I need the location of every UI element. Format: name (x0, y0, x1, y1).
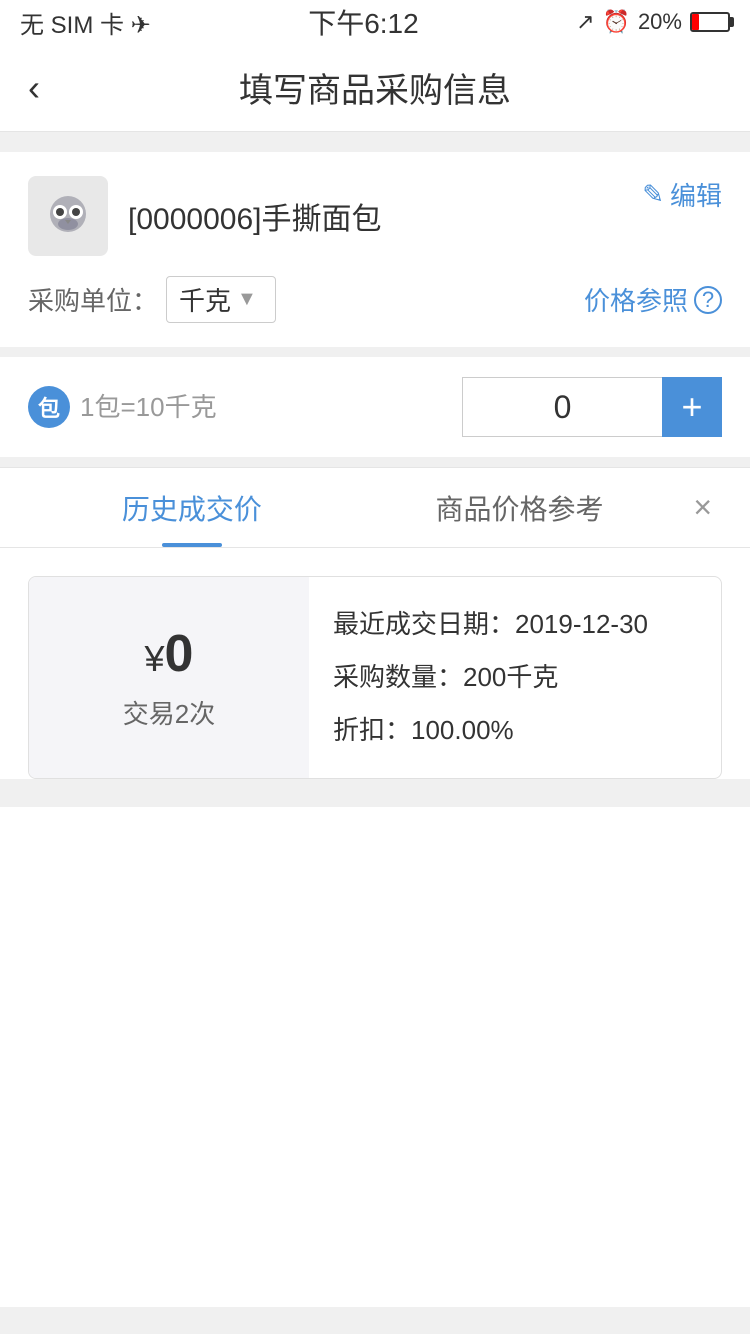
product-icon-svg (38, 186, 98, 246)
sim-wifi-label: 无 SIM 卡 ✈ (20, 5, 151, 40)
quantity-input-area: + (462, 377, 722, 437)
history-left: ¥0 交易2次 (29, 577, 309, 778)
location-icon: ↗ (576, 9, 594, 35)
edit-label: 编辑 (670, 176, 722, 213)
history-right: 最近成交日期：2019-12-30 采购数量：200千克 折扣：100.00% (309, 577, 721, 778)
unit-label: 采购单位： (28, 281, 158, 318)
price-panel: 历史成交价 商品价格参考 × ¥0 交易2次 最近成交日期：2019-12-30… (0, 467, 750, 779)
product-unit-row: 采购单位： 千克 ▼ 价格参照 ? (28, 276, 722, 323)
quantity-left: 包 1包=10千克 (28, 386, 217, 428)
status-bar: 无 SIM 卡 ✈ 下午6:12 ↗ ⏰ 20% (0, 0, 750, 44)
product-header: [0000006]手撕面包 ✎ 编辑 (28, 176, 722, 256)
dropdown-arrow-icon: ▼ (237, 288, 257, 311)
quantity-plus-button[interactable]: + (662, 377, 722, 437)
page-title: 填写商品采购信息 (239, 63, 511, 112)
alarm-icon: ⏰ (603, 9, 630, 35)
quantity-input[interactable] (462, 377, 662, 437)
discount-row: 折扣：100.00% (333, 711, 697, 750)
bottom-whitespace (0, 807, 750, 1307)
discount-label: 折扣： (333, 715, 411, 745)
back-button[interactable]: ‹ (28, 67, 40, 109)
status-left: 无 SIM 卡 ✈ (20, 5, 151, 40)
tab-product-price-ref[interactable]: 商品价格参考 (356, 468, 684, 547)
product-left: [0000006]手撕面包 (28, 176, 381, 256)
unit-selector-group: 采购单位： 千克 ▼ (28, 276, 276, 323)
panel-close-button[interactable]: × (683, 479, 722, 536)
product-card: [0000006]手撕面包 ✎ 编辑 采购单位： 千克 ▼ 价格参照 ? (0, 152, 750, 347)
recent-date-label: 最近成交日期： (333, 609, 515, 639)
product-thumbnail (28, 176, 108, 256)
product-name: [0000006]手撕面包 (128, 194, 381, 238)
currency-symbol: ¥ (145, 638, 165, 679)
history-price: ¥0 (145, 624, 194, 684)
quantity-conversion-text: 1包=10千克 (80, 387, 217, 424)
price-reference-button[interactable]: 价格参照 ? (584, 281, 722, 318)
quantity-unit-icon: 包 (28, 386, 70, 428)
history-card: ¥0 交易2次 最近成交日期：2019-12-30 采购数量：200千克 折扣：… (28, 576, 722, 779)
edit-icon: ✎ (642, 179, 664, 210)
recent-date-value: 2019-12-30 (515, 609, 648, 639)
price-value: 0 (165, 625, 194, 683)
status-right: ↗ ⏰ 20% (576, 9, 730, 35)
purchase-quantity-row: 采购数量：200千克 (333, 658, 697, 697)
tab-history-price[interactable]: 历史成交价 (28, 468, 356, 547)
battery-percent: 20% (638, 9, 682, 35)
unit-value: 千克 (179, 281, 231, 318)
purchase-quantity-label: 采购数量： (333, 662, 463, 692)
recent-date-row: 最近成交日期：2019-12-30 (333, 605, 697, 644)
transaction-count: 交易2次 (123, 694, 215, 731)
nav-bar: ‹ 填写商品采购信息 (0, 44, 750, 132)
unit-dropdown[interactable]: 千克 ▼ (166, 276, 276, 323)
quantity-row: 包 1包=10千克 + (0, 347, 750, 457)
status-time: 下午6:12 (308, 2, 419, 42)
panel-tabs: 历史成交价 商品价格参考 × (0, 468, 750, 548)
battery-icon (690, 12, 730, 32)
edit-button[interactable]: ✎ 编辑 (642, 176, 722, 213)
discount-value: 100.00% (411, 715, 514, 745)
purchase-quantity-value: 200千克 (463, 662, 558, 692)
price-ref-help-icon: ? (694, 286, 722, 314)
price-ref-label: 价格参照 (584, 281, 688, 318)
